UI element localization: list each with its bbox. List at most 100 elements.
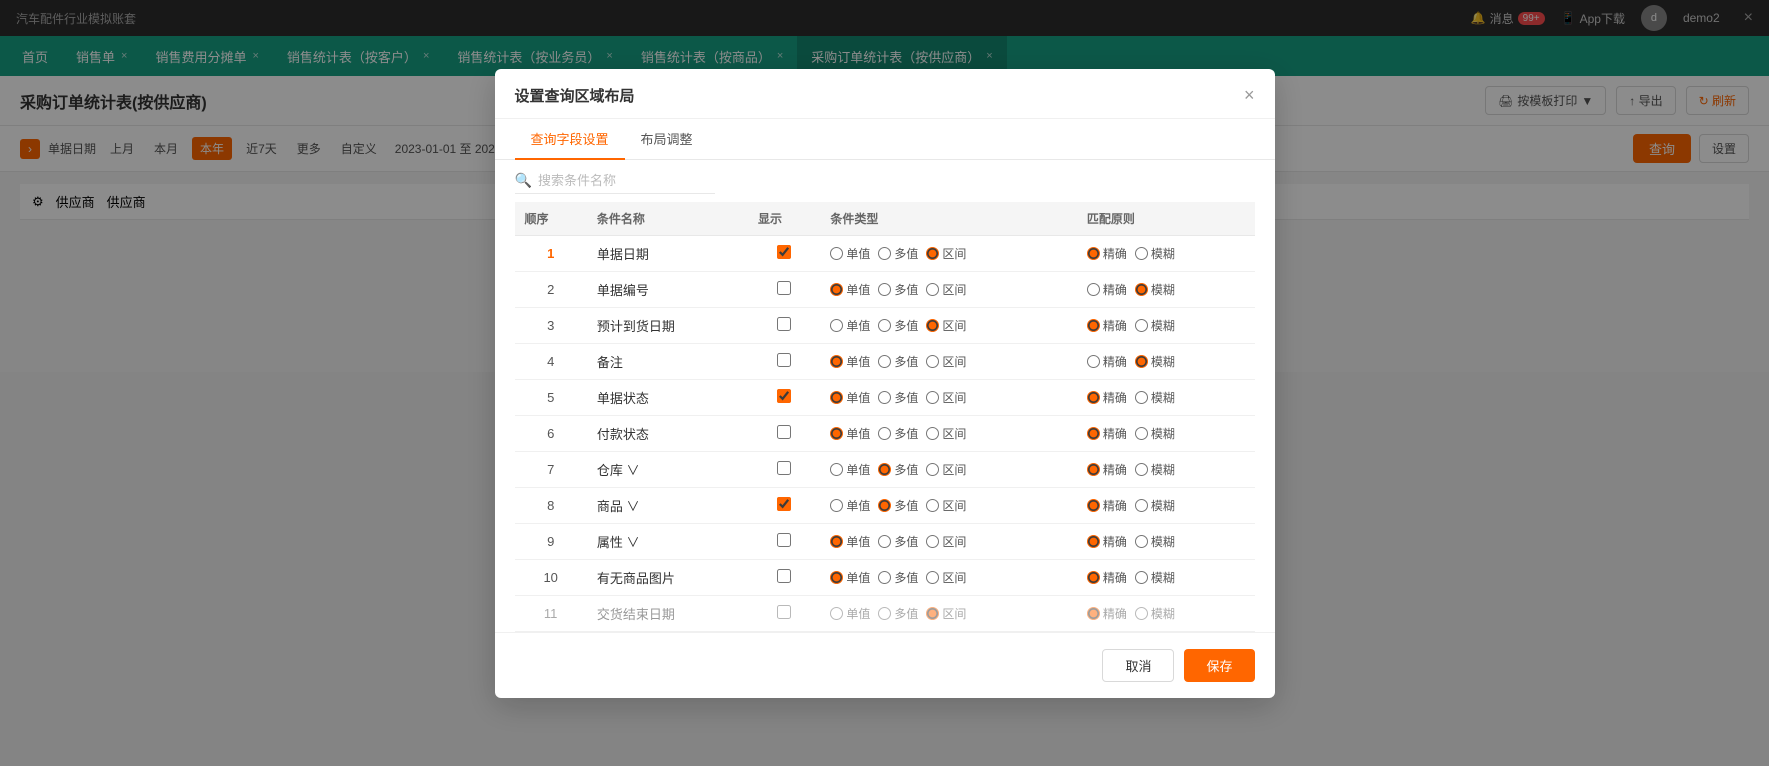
row-type-option-单值[interactable]: 单值 bbox=[830, 353, 870, 370]
row-show-checkbox[interactable] bbox=[777, 389, 791, 403]
row-match-option-精确[interactable]: 精确 bbox=[1087, 569, 1127, 586]
row-type-option-单值[interactable]: 单值 bbox=[830, 245, 870, 262]
row-match-option-精确[interactable]: 精确 bbox=[1087, 317, 1127, 334]
row-type-option-区间[interactable]: 区间 bbox=[926, 425, 966, 442]
row-type-option-区间[interactable]: 区间 bbox=[926, 389, 966, 406]
row-type-option-多值[interactable]: 多值 bbox=[878, 353, 918, 370]
row-match-option-模糊[interactable]: 模糊 bbox=[1135, 497, 1175, 514]
row-type-option-区间[interactable]: 区间 bbox=[926, 605, 966, 622]
modal-title: 设置查询区域布局 bbox=[515, 85, 635, 106]
row-type-option-单值[interactable]: 单值 bbox=[830, 605, 870, 622]
row-match-option-精确[interactable]: 精确 bbox=[1087, 461, 1127, 478]
row-type-option-单值[interactable]: 单值 bbox=[830, 425, 870, 442]
row-type-option-多值[interactable]: 多值 bbox=[878, 281, 918, 298]
row-type-option-多值[interactable]: 多值 bbox=[878, 569, 918, 586]
row-show-checkbox[interactable] bbox=[777, 605, 791, 619]
row-match-option-模糊[interactable]: 模糊 bbox=[1135, 569, 1175, 586]
row-match-cell: 精确模糊 bbox=[1077, 343, 1255, 379]
row-type-option-单值[interactable]: 单值 bbox=[830, 281, 870, 298]
row-type-option-区间[interactable]: 区间 bbox=[926, 497, 966, 514]
modal-table: 顺序 条件名称 显示 条件类型 匹配原则 1单据日期单值多值区间精确模糊2单据编… bbox=[515, 202, 1255, 632]
row-match-option-精确[interactable]: 精确 bbox=[1087, 605, 1127, 622]
row-show-cell bbox=[748, 379, 820, 415]
row-match-option-精确[interactable]: 精确 bbox=[1087, 353, 1127, 370]
row-match-option-模糊[interactable]: 模糊 bbox=[1135, 389, 1175, 406]
row-type-option-单值[interactable]: 单值 bbox=[830, 569, 870, 586]
row-type-option-多值[interactable]: 多值 bbox=[878, 425, 918, 442]
row-match-option-模糊[interactable]: 模糊 bbox=[1135, 281, 1175, 298]
row-type-option-多值[interactable]: 多值 bbox=[878, 497, 918, 514]
save-button[interactable]: 保存 bbox=[1184, 649, 1254, 682]
row-type-option-多值[interactable]: 多值 bbox=[878, 605, 918, 622]
row-type-option-单值[interactable]: 单值 bbox=[830, 497, 870, 514]
row-show-checkbox[interactable] bbox=[777, 425, 791, 439]
th-name: 条件名称 bbox=[587, 202, 748, 236]
row-type-option-区间[interactable]: 区间 bbox=[926, 461, 966, 478]
modal-search-area: 🔍 bbox=[495, 160, 1275, 202]
modal-table-body: 1单据日期单值多值区间精确模糊2单据编号单值多值区间精确模糊3预计到货日期单值多… bbox=[515, 235, 1255, 631]
row-match-cell: 精确模糊 bbox=[1077, 595, 1255, 631]
row-match-cell: 精确模糊 bbox=[1077, 559, 1255, 595]
row-match-cell: 精确模糊 bbox=[1077, 307, 1255, 343]
table-row: 2单据编号单值多值区间精确模糊 bbox=[515, 271, 1255, 307]
modal-search-input[interactable] bbox=[538, 173, 698, 188]
row-type-option-单值[interactable]: 单值 bbox=[830, 389, 870, 406]
row-condition-name: 属性 ∨ bbox=[587, 523, 748, 559]
row-seq: 7 bbox=[515, 451, 587, 487]
row-show-cell bbox=[748, 559, 820, 595]
row-show-checkbox[interactable] bbox=[777, 281, 791, 295]
row-show-checkbox[interactable] bbox=[777, 461, 791, 475]
row-match-option-模糊[interactable]: 模糊 bbox=[1135, 317, 1175, 334]
row-show-cell bbox=[748, 343, 820, 379]
row-match-option-模糊[interactable]: 模糊 bbox=[1135, 425, 1175, 442]
modal-tab-0[interactable]: 查询字段设置 bbox=[515, 119, 625, 160]
row-type-option-单值[interactable]: 单值 bbox=[830, 461, 870, 478]
row-show-cell bbox=[748, 307, 820, 343]
row-match-option-精确[interactable]: 精确 bbox=[1087, 245, 1127, 262]
row-type-cell: 单值多值区间 bbox=[820, 487, 1077, 523]
row-type-option-单值[interactable]: 单值 bbox=[830, 317, 870, 334]
row-match-option-精确[interactable]: 精确 bbox=[1087, 497, 1127, 514]
modal-tab-1[interactable]: 布局调整 bbox=[625, 119, 709, 160]
row-show-checkbox[interactable] bbox=[777, 353, 791, 367]
row-match-option-精确[interactable]: 精确 bbox=[1087, 389, 1127, 406]
row-show-checkbox[interactable] bbox=[777, 569, 791, 583]
row-show-checkbox[interactable] bbox=[777, 245, 791, 259]
row-type-option-区间[interactable]: 区间 bbox=[926, 569, 966, 586]
modal-close-btn[interactable]: × bbox=[1244, 86, 1255, 104]
row-show-checkbox[interactable] bbox=[777, 317, 791, 331]
row-type-option-区间[interactable]: 区间 bbox=[926, 245, 966, 262]
row-type-option-区间[interactable]: 区间 bbox=[926, 317, 966, 334]
cancel-button[interactable]: 取消 bbox=[1102, 649, 1174, 682]
row-type-option-多值[interactable]: 多值 bbox=[878, 389, 918, 406]
row-match-option-模糊[interactable]: 模糊 bbox=[1135, 353, 1175, 370]
row-seq: 8 bbox=[515, 487, 587, 523]
row-type-option-多值[interactable]: 多值 bbox=[878, 245, 918, 262]
row-type-option-多值[interactable]: 多值 bbox=[878, 461, 918, 478]
row-type-option-区间[interactable]: 区间 bbox=[926, 533, 966, 550]
row-type-cell: 单值多值区间 bbox=[820, 271, 1077, 307]
table-row: 7仓库 ∨单值多值区间精确模糊 bbox=[515, 451, 1255, 487]
row-type-option-多值[interactable]: 多值 bbox=[878, 533, 918, 550]
row-condition-name: 单据日期 bbox=[587, 235, 748, 271]
row-match-option-精确[interactable]: 精确 bbox=[1087, 281, 1127, 298]
row-match-cell: 精确模糊 bbox=[1077, 271, 1255, 307]
row-match-option-模糊[interactable]: 模糊 bbox=[1135, 533, 1175, 550]
row-match-option-精确[interactable]: 精确 bbox=[1087, 533, 1127, 550]
row-match-option-模糊[interactable]: 模糊 bbox=[1135, 245, 1175, 262]
row-type-option-区间[interactable]: 区间 bbox=[926, 281, 966, 298]
row-condition-name: 付款状态 bbox=[587, 415, 748, 451]
row-type-option-单值[interactable]: 单值 bbox=[830, 533, 870, 550]
row-type-option-多值[interactable]: 多值 bbox=[878, 317, 918, 334]
row-condition-name: 备注 bbox=[587, 343, 748, 379]
row-type-cell: 单值多值区间 bbox=[820, 559, 1077, 595]
row-match-option-模糊[interactable]: 模糊 bbox=[1135, 461, 1175, 478]
row-show-checkbox[interactable] bbox=[777, 533, 791, 547]
modal-tabs: 查询字段设置 布局调整 bbox=[495, 119, 1275, 160]
row-match-option-模糊[interactable]: 模糊 bbox=[1135, 605, 1175, 622]
modal-search-wrap: 🔍 bbox=[515, 172, 715, 194]
row-show-checkbox[interactable] bbox=[777, 497, 791, 511]
row-type-option-区间[interactable]: 区间 bbox=[926, 353, 966, 370]
row-match-option-精确[interactable]: 精确 bbox=[1087, 425, 1127, 442]
row-condition-name: 有无商品图片 bbox=[587, 559, 748, 595]
